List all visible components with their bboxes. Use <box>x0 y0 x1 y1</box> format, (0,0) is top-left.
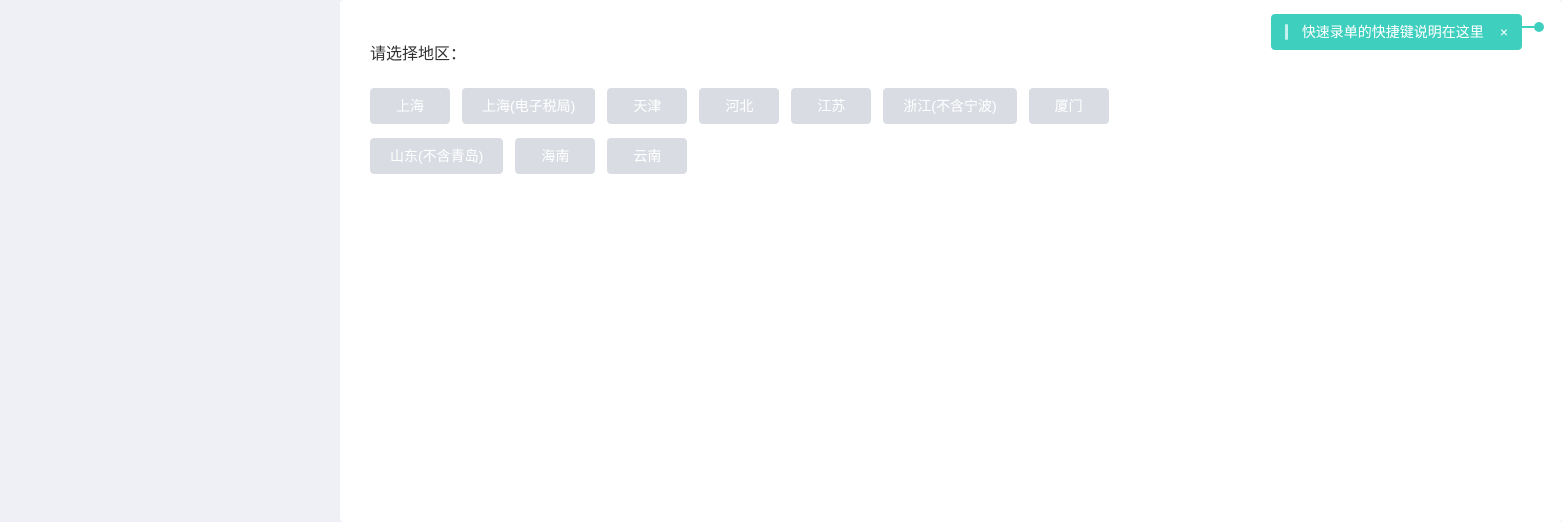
region-btn-hainan[interactable]: 海南 <box>515 138 595 174</box>
tooltip-connector <box>1520 26 1534 28</box>
region-buttons-row-1: 上海上海(电子税局) 天津河北江苏浙江(不含宁波) 厦门 <box>370 88 1532 124</box>
region-btn-zhejiang[interactable]: 浙江(不含宁波) <box>883 88 1016 124</box>
region-btn-hebei[interactable]: 河北 <box>699 88 779 124</box>
tooltip-close-button[interactable]: × <box>1500 24 1508 40</box>
region-btn-jiangsu[interactable]: 江苏 <box>791 88 871 124</box>
tooltip-bar: 快速录单的快捷键说明在这里 × <box>1271 14 1522 50</box>
region-btn-shandong[interactable]: 山东(不含青岛) <box>370 138 503 174</box>
region-btn-xiamen[interactable]: 厦门 <box>1029 88 1109 124</box>
tooltip-text: 快速录单的快捷键说明在这里 <box>1302 22 1484 42</box>
tooltip-dot <box>1534 22 1544 32</box>
main-content: 请选择地区： 上海上海(电子税局)天津河北江苏浙江(不含宁波)厦门 山东(不含青… <box>340 0 1562 522</box>
region-btn-yunnan[interactable]: 云南 <box>607 138 687 174</box>
region-btn-tianjin[interactable]: 天津 <box>607 88 687 124</box>
region-buttons-row-2: 山东(不含青岛) 海南云南 <box>370 138 1532 174</box>
sidebar <box>0 0 340 522</box>
region-btn-shanghai[interactable]: 上海 <box>370 88 450 124</box>
region-btn-shanghai-etax[interactable]: 上海(电子税局) <box>462 88 595 124</box>
tooltip-accent <box>1285 24 1288 40</box>
